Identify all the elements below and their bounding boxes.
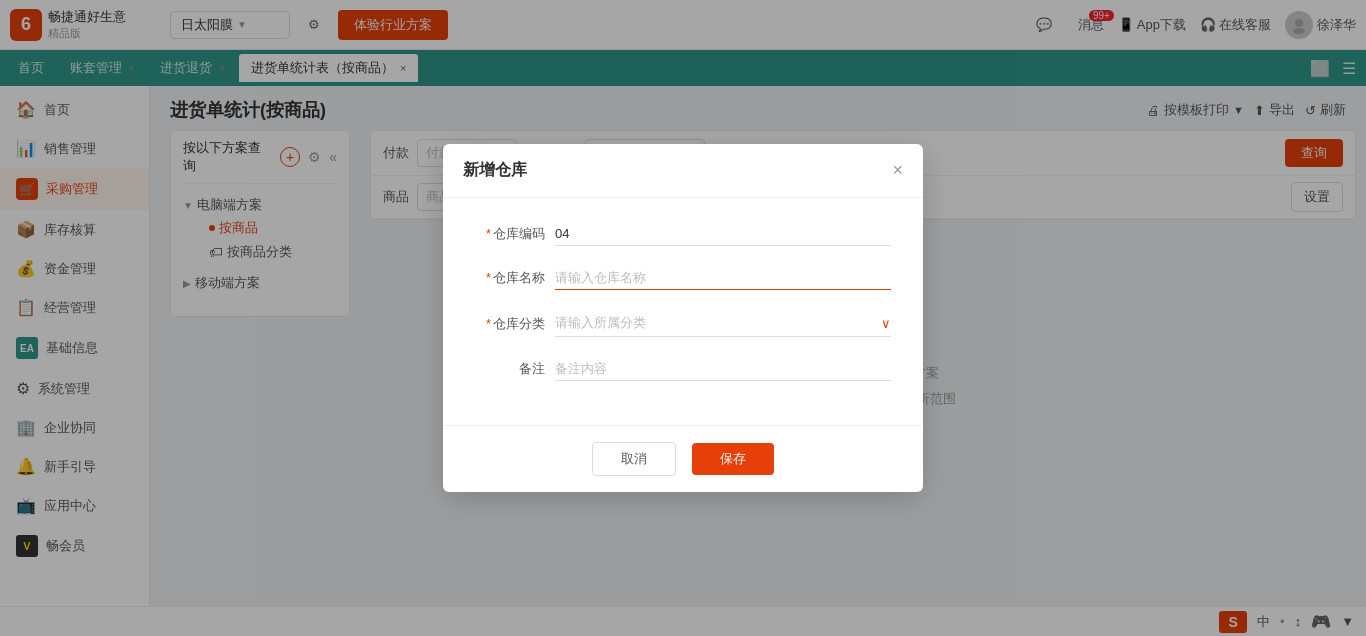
name-input[interactable] xyxy=(555,266,891,290)
code-input[interactable] xyxy=(555,222,891,246)
name-label: *仓库名称 xyxy=(475,269,555,287)
category-label: *仓库分类 xyxy=(475,315,555,333)
modal-close-button[interactable]: × xyxy=(892,160,903,181)
form-row-code: *仓库编码 xyxy=(475,222,891,246)
modal-title: 新增仓库 xyxy=(463,160,527,181)
note-label: 备注 xyxy=(475,360,555,378)
modal-footer: 取消 保存 xyxy=(443,425,923,492)
form-row-category: *仓库分类 请输入所属分类 ∨ xyxy=(475,310,891,337)
add-warehouse-modal: 新增仓库 × *仓库编码 *仓库名称 *仓库分类 请输入所属分类 ∨ xyxy=(443,144,923,492)
cancel-button[interactable]: 取消 xyxy=(592,442,676,476)
select-chevron-icon: ∨ xyxy=(881,316,891,331)
form-row-name: *仓库名称 xyxy=(475,266,891,290)
code-label: *仓库编码 xyxy=(475,225,555,243)
save-button[interactable]: 保存 xyxy=(692,443,774,475)
form-row-note: 备注 xyxy=(475,357,891,381)
modal-header: 新增仓库 × xyxy=(443,144,923,198)
note-input[interactable] xyxy=(555,357,891,381)
category-select[interactable]: 请输入所属分类 ∨ xyxy=(555,310,891,337)
modal-body: *仓库编码 *仓库名称 *仓库分类 请输入所属分类 ∨ 备注 xyxy=(443,198,923,425)
category-placeholder: 请输入所属分类 xyxy=(555,314,646,332)
